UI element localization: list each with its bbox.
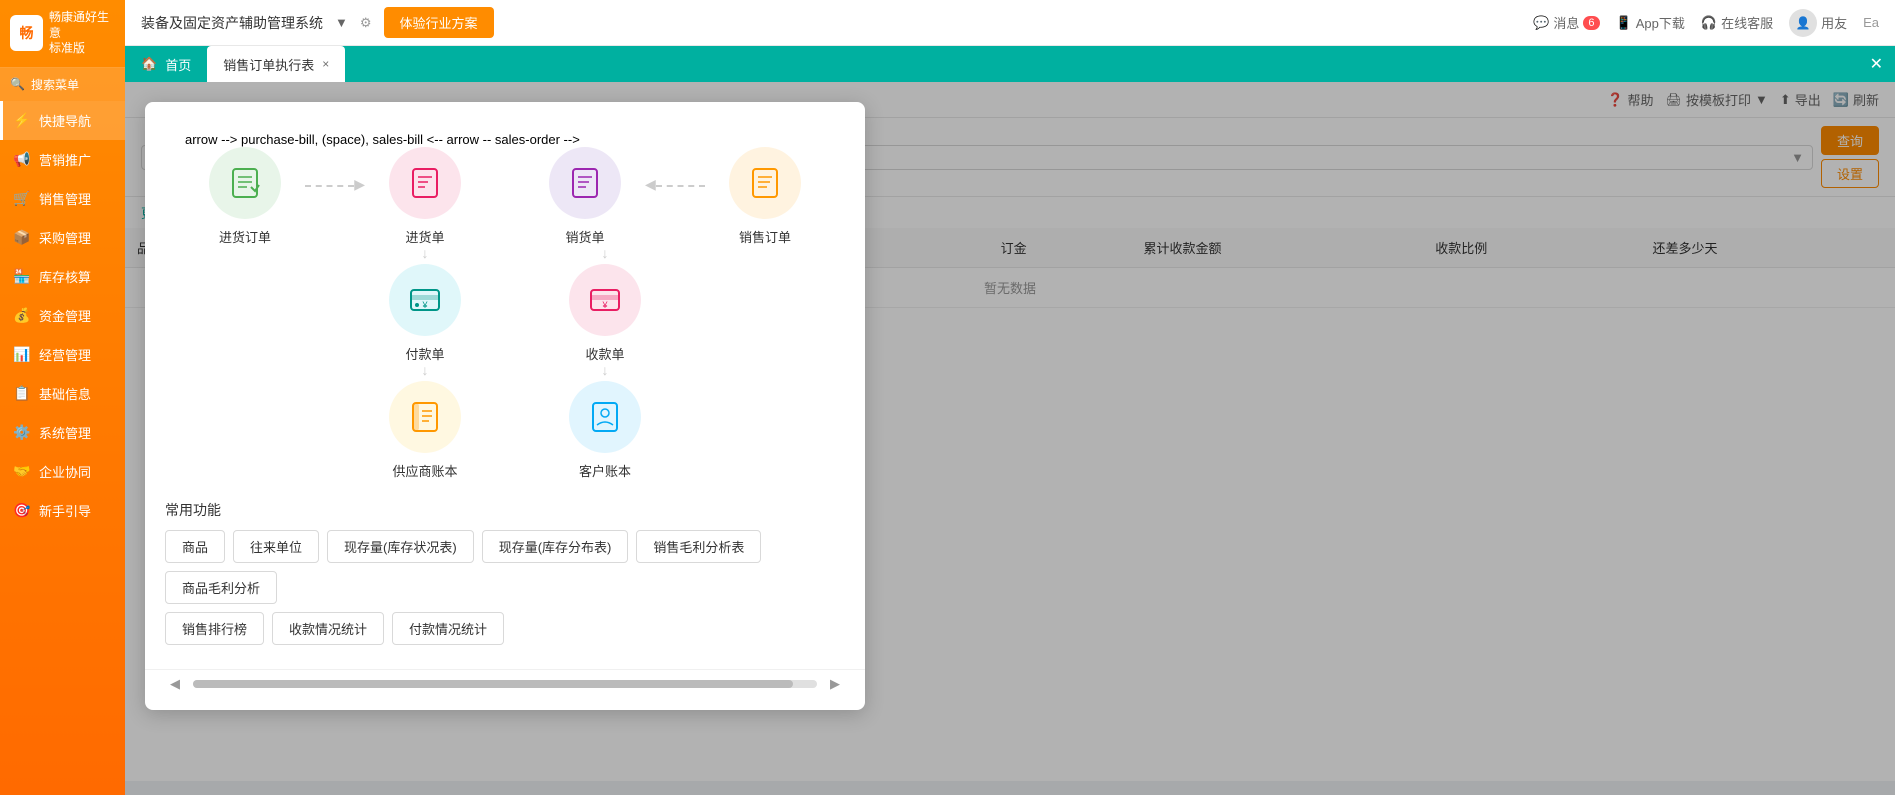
download-icon: 📱: [1616, 15, 1632, 31]
inventory-icon: 🏪: [13, 267, 31, 285]
sales-order-icon: [729, 147, 801, 219]
sidebar-item-operation[interactable]: 📊 经营管理: [0, 335, 125, 374]
btn-payment-stats[interactable]: 付款情况统计: [392, 612, 504, 645]
common-buttons-row1: 商品 往来单位 现存量(库存状况表) 现存量(库存分布表) 销售毛利分析表 商品…: [165, 530, 845, 604]
app-download-button[interactable]: 📱 App下载: [1616, 13, 1685, 32]
flow-node-purchase-bill[interactable]: 进货单: [365, 147, 485, 246]
svg-text:¥: ¥: [421, 300, 428, 310]
scroll-thumb[interactable]: [193, 680, 793, 688]
btn-product-margin[interactable]: 商品毛利分析: [165, 571, 277, 604]
message-button[interactable]: 💬 消息 6: [1533, 13, 1599, 32]
scroll-right-button[interactable]: ▶: [825, 674, 845, 694]
header-right: 💬 消息 6 📱 App下载 🎧 在线客服 👤 用友 Ea: [1533, 9, 1879, 37]
message-badge: 6: [1583, 16, 1599, 30]
sidebar-logo: 畅 畅康通好生意 标准版: [0, 0, 125, 68]
online-service-button[interactable]: 🎧 在线客服: [1701, 13, 1773, 32]
common-functions-title: 常用功能: [165, 500, 845, 520]
search-icon: 🔍: [10, 77, 25, 91]
supplier-ledger-icon: [389, 381, 461, 453]
scroll-left-button[interactable]: ◀: [165, 674, 185, 694]
flow-node-sales-order[interactable]: 销售订单: [705, 147, 825, 246]
flow-popup: arrow --> purchase-bill, (space), sales-…: [145, 102, 865, 710]
sidebar: 畅 畅康通好生意 标准版 🔍 搜索菜单 ⚡ 快捷导航 📢 营销推广 🛒 销售管理…: [0, 0, 125, 795]
sidebar-item-marketing[interactable]: 📢 营销推广: [0, 140, 125, 179]
tab-close-icon[interactable]: ×: [322, 57, 329, 71]
window-close-button[interactable]: ✕: [1870, 56, 1883, 73]
flow-node-receipt[interactable]: ¥ 收款单: [545, 264, 665, 363]
ea-label: Ea: [1863, 15, 1879, 30]
avatar: 👤: [1789, 9, 1817, 37]
common-buttons-row2: 销售排行榜 收款情况统计 付款情况统计: [165, 612, 845, 645]
system-icon: ⚙️: [13, 423, 31, 441]
customer-ledger-icon: [569, 381, 641, 453]
tab-bar: 🏠 首页 销售订单执行表 × ✕: [125, 46, 1895, 82]
top-header: 装备及固定资产辅助管理系统 ▼ ⚙ 体验行业方案 💬 消息 6 📱 App下载 …: [125, 0, 1895, 46]
message-icon: 💬: [1533, 15, 1549, 31]
sidebar-item-basic-info[interactable]: 📋 基础信息: [0, 374, 125, 413]
btn-stock-distribution[interactable]: 现存量(库存分布表): [482, 530, 629, 563]
popup-overlay[interactable]: arrow --> purchase-bill, (space), sales-…: [125, 82, 1895, 795]
system-title: 装备及固定资产辅助管理系统: [141, 13, 323, 33]
logo-text: 畅康通好生意 标准版: [49, 10, 115, 57]
flow-node-payment[interactable]: ¥ 付款单: [365, 264, 485, 363]
gear-icon[interactable]: ⚙: [360, 15, 372, 31]
purchase-order-icon: [209, 147, 281, 219]
basic-info-icon: 📋: [13, 384, 31, 402]
btn-sales-margin[interactable]: 销售毛利分析表: [636, 530, 761, 563]
marketing-icon: 📢: [13, 150, 31, 168]
guide-icon: 🎯: [13, 501, 31, 519]
purchase-icon: 📦: [13, 228, 31, 246]
user-avatar-area[interactable]: 👤 用友: [1789, 9, 1847, 37]
sidebar-item-system[interactable]: ⚙️ 系统管理: [0, 413, 125, 452]
service-icon: 🎧: [1701, 15, 1717, 31]
btn-collection-stats[interactable]: 收款情况统计: [272, 612, 384, 645]
tab-sales-order[interactable]: 销售订单执行表 ×: [207, 46, 345, 82]
btn-product[interactable]: 商品: [165, 530, 225, 563]
home-icon: 🏠: [141, 56, 157, 72]
search-menu[interactable]: 🔍 搜索菜单: [0, 68, 125, 101]
tab-home[interactable]: 🏠 首页: [125, 46, 207, 82]
flow-node-customer-ledger[interactable]: 客户账本: [545, 381, 665, 480]
sidebar-item-purchase[interactable]: 📦 采购管理: [0, 218, 125, 257]
sidebar-item-enterprise[interactable]: 🤝 企业协同: [0, 452, 125, 491]
btn-stock-status[interactable]: 现存量(库存状况表): [327, 530, 474, 563]
scroll-bar-area: ◀ ▶: [145, 669, 865, 710]
sidebar-item-finance[interactable]: 💰 资金管理: [0, 296, 125, 335]
tab-bar-right: ✕: [1870, 54, 1895, 74]
sidebar-item-quick-nav[interactable]: ⚡ 快捷导航: [0, 101, 125, 140]
sidebar-item-sales[interactable]: 🛒 销售管理: [0, 179, 125, 218]
quick-nav-icon: ⚡: [13, 111, 31, 129]
common-functions-section: 常用功能 商品 往来单位 现存量(库存状况表) 现存量(库存分布表) 销售毛利分…: [145, 500, 865, 669]
sales-icon: 🛒: [13, 189, 31, 207]
chevron-down-icon: ▼: [335, 15, 348, 30]
receipt-icon: ¥: [569, 264, 641, 336]
flow-node-purchase-order[interactable]: 进货订单: [185, 147, 305, 246]
payment-icon: ¥: [389, 264, 461, 336]
finance-icon: 💰: [13, 306, 31, 324]
flow-area: arrow --> purchase-bill, (space), sales-…: [145, 102, 865, 500]
flow-node-sales-bill[interactable]: 销货单: [525, 147, 645, 246]
enterprise-icon: 🤝: [13, 462, 31, 480]
flow-node-supplier-ledger[interactable]: 供应商账本: [365, 381, 485, 480]
sidebar-item-guide[interactable]: 🎯 新手引导: [0, 491, 125, 530]
trial-button[interactable]: 体验行业方案: [384, 7, 494, 38]
svg-text:¥: ¥: [601, 300, 608, 310]
sidebar-item-inventory[interactable]: 🏪 库存核算: [0, 257, 125, 296]
btn-sales-ranking[interactable]: 销售排行榜: [165, 612, 264, 645]
system-dropdown[interactable]: ▼: [335, 15, 348, 30]
scroll-track[interactable]: [193, 680, 817, 688]
btn-trading-unit[interactable]: 往来单位: [233, 530, 319, 563]
logo-icon: 畅: [10, 15, 43, 51]
sales-bill-icon: [549, 147, 621, 219]
purchase-bill-icon: [389, 147, 461, 219]
operation-icon: 📊: [13, 345, 31, 363]
